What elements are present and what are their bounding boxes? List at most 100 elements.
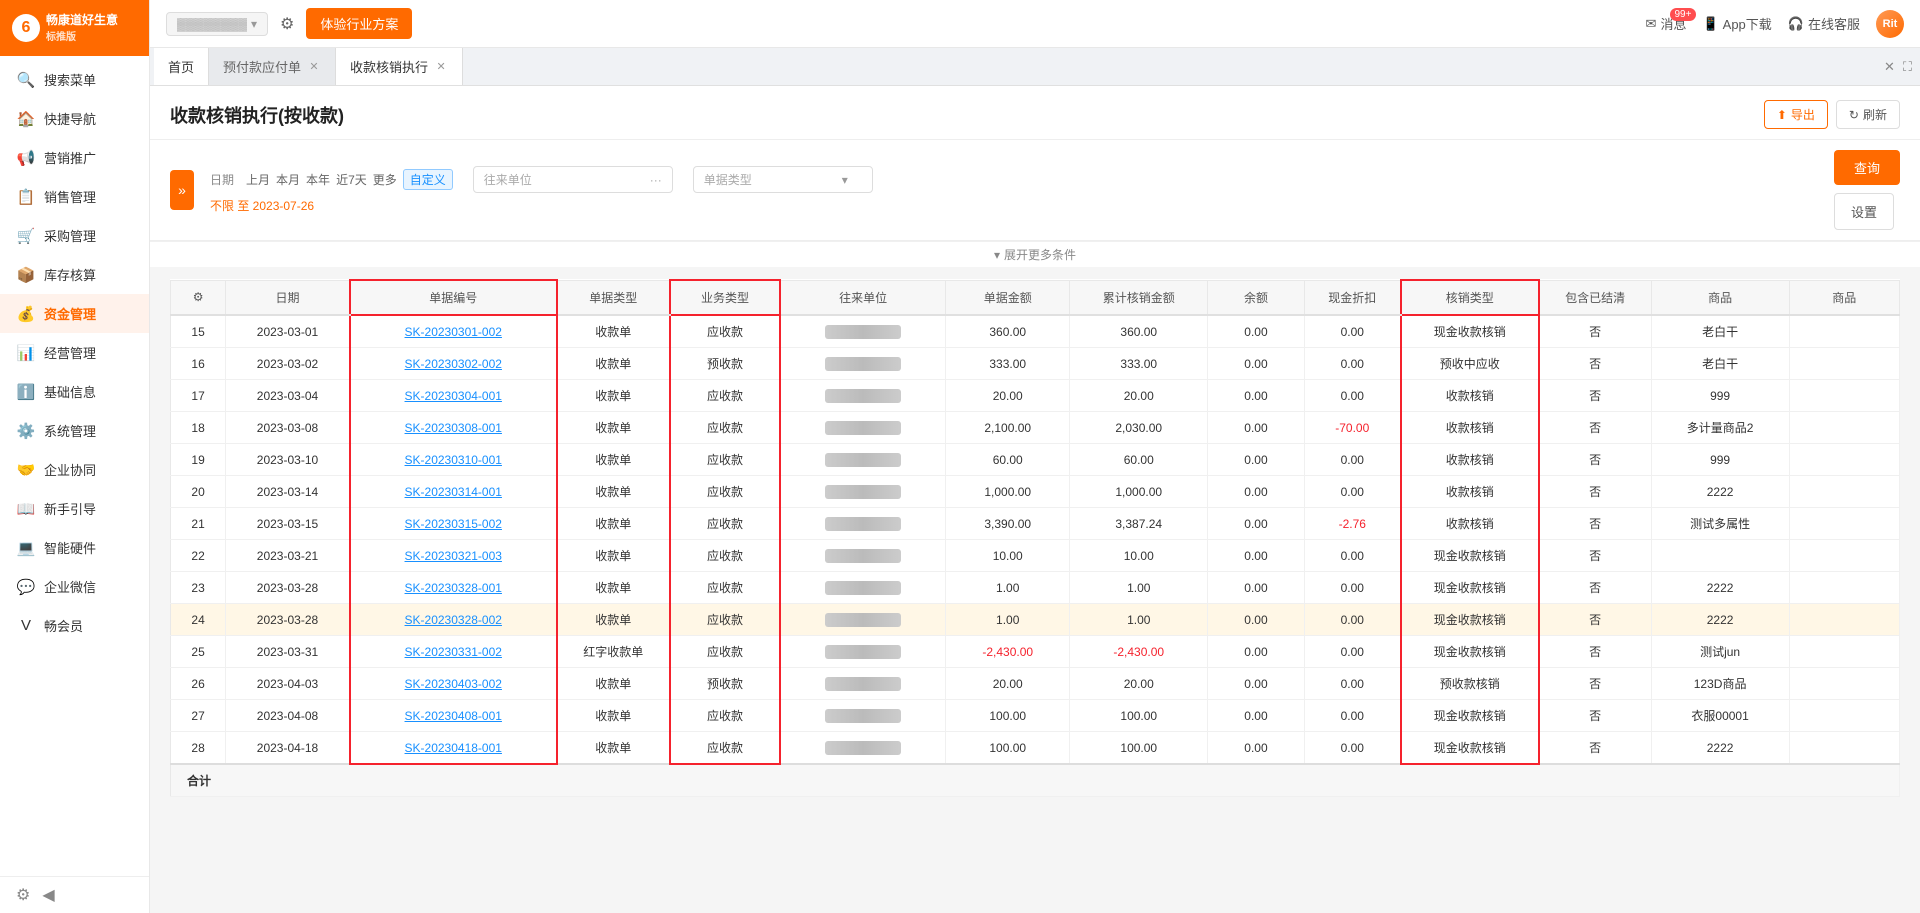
collapse-icon[interactable]: ◀ <box>42 885 54 905</box>
page-title: 收款核销执行(按收款) <box>170 102 344 128</box>
sidebar-item-search[interactable]: 🔍搜索菜单 <box>0 60 149 99</box>
date-7days[interactable]: 近7天 <box>336 171 367 188</box>
sidebar-item-label: 采购管理 <box>44 226 96 245</box>
app-download[interactable]: 📱 App下载 <box>1702 14 1771 33</box>
doc-type-select[interactable]: 单据类型 ▾ <box>693 166 873 193</box>
th-cashdiscount[interactable]: 现金折扣 <box>1304 280 1401 315</box>
sidebar-item-finance[interactable]: 💰资金管理 <box>0 294 149 333</box>
sidebar-item-marketing[interactable]: 📢营销推广 <box>0 138 149 177</box>
th-cumwriteoff[interactable]: 累计核销金额 <box>1070 280 1208 315</box>
settings-gear-icon[interactable]: ⚙ <box>280 14 294 34</box>
docno-link[interactable]: SK-20230310-001 <box>405 453 502 467</box>
online-support[interactable]: 🎧 在线客服 <box>1788 14 1860 33</box>
topbar-dropdown[interactable]: ▓▓▓▓▓▓▓▓ ▾ <box>166 12 268 36</box>
table-row[interactable]: 26 2023-04-03 SK-20230403-002 收款单 预收款 ██… <box>171 668 1900 700</box>
tab-home[interactable]: 首页 <box>154 48 209 85</box>
th-incl[interactable]: 包含已结清 <box>1539 280 1651 315</box>
sidebar-item-inventory[interactable]: 📦库存核算 <box>0 255 149 294</box>
docno-link[interactable]: SK-20230418-001 <box>405 741 502 755</box>
th-balance[interactable]: 余额 <box>1208 280 1305 315</box>
th-doctype[interactable]: 单据类型 <box>557 280 670 315</box>
table-row[interactable]: 24 2023-03-28 SK-20230328-002 收款单 应收款 ██… <box>171 604 1900 636</box>
headset-icon: 🎧 <box>1788 16 1804 32</box>
docno-link[interactable]: SK-20230321-003 <box>405 549 502 563</box>
date-this-year[interactable]: 本年 <box>306 171 330 188</box>
date-last-month[interactable]: 上月 <box>246 171 270 188</box>
sidebar-item-basic[interactable]: ℹ️基础信息 <box>0 372 149 411</box>
docno-link[interactable]: SK-20230301-002 <box>405 325 502 339</box>
docno-link[interactable]: SK-20230403-002 <box>405 677 502 691</box>
refresh-button[interactable]: ↻ 刷新 <box>1836 100 1900 129</box>
docno-link[interactable]: SK-20230331-002 <box>405 645 502 659</box>
th-goods[interactable]: 商品 <box>1651 280 1789 315</box>
table-row[interactable]: 19 2023-03-10 SK-20230310-001 收款单 应收款 ██… <box>171 444 1900 476</box>
filter-collapse-button[interactable]: » <box>170 170 194 210</box>
solution-button[interactable]: 体验行业方案 <box>306 8 412 39</box>
avatar[interactable]: Rit <box>1876 10 1904 38</box>
date-this-month[interactable]: 本月 <box>276 171 300 188</box>
table-header-row: ⚙ 日期 单据编号 单据类型 业务类型 往来单位 单据金额 累计核销金额 余额 … <box>171 280 1900 315</box>
setting-button[interactable]: 设置 <box>1834 193 1894 230</box>
th-amount[interactable]: 单据金额 <box>946 280 1070 315</box>
partner-input[interactable]: 往来单位 ··· <box>473 166 673 193</box>
th-writetype[interactable]: 核销类型 <box>1401 280 1539 315</box>
sidebar-item-system[interactable]: ⚙️系统管理 <box>0 411 149 450</box>
table-row[interactable]: 25 2023-03-31 SK-20230331-002 红字收款单 应收款 … <box>171 636 1900 668</box>
table-row[interactable]: 18 2023-03-08 SK-20230308-001 收款单 应收款 ██… <box>171 412 1900 444</box>
tab-close-all-icon[interactable]: ✕ <box>1884 59 1895 75</box>
th-biztype[interactable]: 业务类型 <box>670 280 780 315</box>
tab-expand-icon[interactable]: ⛶ <box>1903 59 1912 75</box>
cell-partner: ████████ <box>780 508 946 540</box>
tab-close-icon[interactable]: ✕ <box>307 60 321 74</box>
th-goods2[interactable]: 商品 <box>1789 280 1899 315</box>
table-row[interactable]: 28 2023-04-18 SK-20230418-001 收款单 应收款 ██… <box>171 732 1900 765</box>
settings-icon[interactable]: ⚙ <box>16 885 30 905</box>
table-row[interactable]: 22 2023-03-21 SK-20230321-003 收款单 应收款 ██… <box>171 540 1900 572</box>
docno-link[interactable]: SK-20230315-002 <box>405 517 502 531</box>
sidebar-item-member[interactable]: V畅会员 <box>0 606 149 645</box>
docno-link[interactable]: SK-20230314-001 <box>405 485 502 499</box>
th-docno[interactable]: 单据编号 <box>350 280 557 315</box>
footer-total-label: 合计 <box>171 764 1900 797</box>
th-partner[interactable]: 往来单位 <box>780 280 946 315</box>
expand-more-btn[interactable]: ▾ 展开更多条件 <box>994 246 1076 263</box>
table-row[interactable]: 27 2023-04-08 SK-20230408-001 收款单 应收款 ██… <box>171 700 1900 732</box>
table-row[interactable]: 23 2023-03-28 SK-20230328-001 收款单 应收款 ██… <box>171 572 1900 604</box>
table-row[interactable]: 17 2023-03-04 SK-20230304-001 收款单 应收款 ██… <box>171 380 1900 412</box>
cell-biztype: 预收款 <box>670 668 780 700</box>
table-row[interactable]: 21 2023-03-15 SK-20230315-002 收款单 应收款 ██… <box>171 508 1900 540</box>
sidebar-item-enterprise[interactable]: 🤝企业协同 <box>0 450 149 489</box>
th-settings[interactable]: ⚙ <box>171 280 226 315</box>
table-row[interactable]: 16 2023-03-02 SK-20230302-002 收款单 预收款 ██… <box>171 348 1900 380</box>
docno-link[interactable]: SK-20230302-002 <box>405 357 502 371</box>
table-container[interactable]: ⚙ 日期 单据编号 单据类型 业务类型 往来单位 单据金额 累计核销金额 余额 … <box>150 267 1920 913</box>
cell-cumwriteoff: 2,030.00 <box>1070 412 1208 444</box>
sidebar-item-wechat[interactable]: 💬企业微信 <box>0 567 149 606</box>
sidebar-item-operations[interactable]: 📊经营管理 <box>0 333 149 372</box>
docno-link[interactable]: SK-20230408-001 <box>405 709 502 723</box>
tab-prepay[interactable]: 预付款应付单✕ <box>209 48 336 85</box>
cell-writetype: 现金收款核销 <box>1401 604 1539 636</box>
table-row[interactable]: 15 2023-03-01 SK-20230301-002 收款单 应收款 ██… <box>171 315 1900 348</box>
th-date[interactable]: 日期 <box>226 280 350 315</box>
table-row[interactable]: 20 2023-03-14 SK-20230314-001 收款单 应收款 ██… <box>171 476 1900 508</box>
sidebar-item-hardware[interactable]: 💻智能硬件 <box>0 528 149 567</box>
docno-link[interactable]: SK-20230304-001 <box>405 389 502 403</box>
sidebar-item-purchase[interactable]: 🛒采购管理 <box>0 216 149 255</box>
date-custom[interactable]: 自定义 <box>403 169 453 190</box>
guide-icon: 📖 <box>16 500 36 518</box>
tab-close-icon[interactable]: ✕ <box>434 60 448 74</box>
messages-badge[interactable]: ✉ 消息 99+ <box>1646 14 1687 33</box>
tab-writeoff[interactable]: 收款核销执行✕ <box>336 48 463 85</box>
date-more[interactable]: 更多 <box>373 171 397 188</box>
sidebar-item-quicknav[interactable]: 🏠快捷导航 <box>0 99 149 138</box>
docno-link[interactable]: SK-20230308-001 <box>405 421 502 435</box>
docno-link[interactable]: SK-20230328-002 <box>405 613 502 627</box>
docno-link[interactable]: SK-20230328-001 <box>405 581 502 595</box>
export-button[interactable]: ⬆ 导出 <box>1764 100 1828 129</box>
sidebar-item-guide[interactable]: 📖新手引导 <box>0 489 149 528</box>
sidebar-item-sales[interactable]: 📋销售管理 <box>0 177 149 216</box>
query-button[interactable]: 查询 <box>1834 150 1900 185</box>
cell-goods: 2222 <box>1651 732 1789 765</box>
logo-name: 畅康道好生意 <box>46 13 118 27</box>
